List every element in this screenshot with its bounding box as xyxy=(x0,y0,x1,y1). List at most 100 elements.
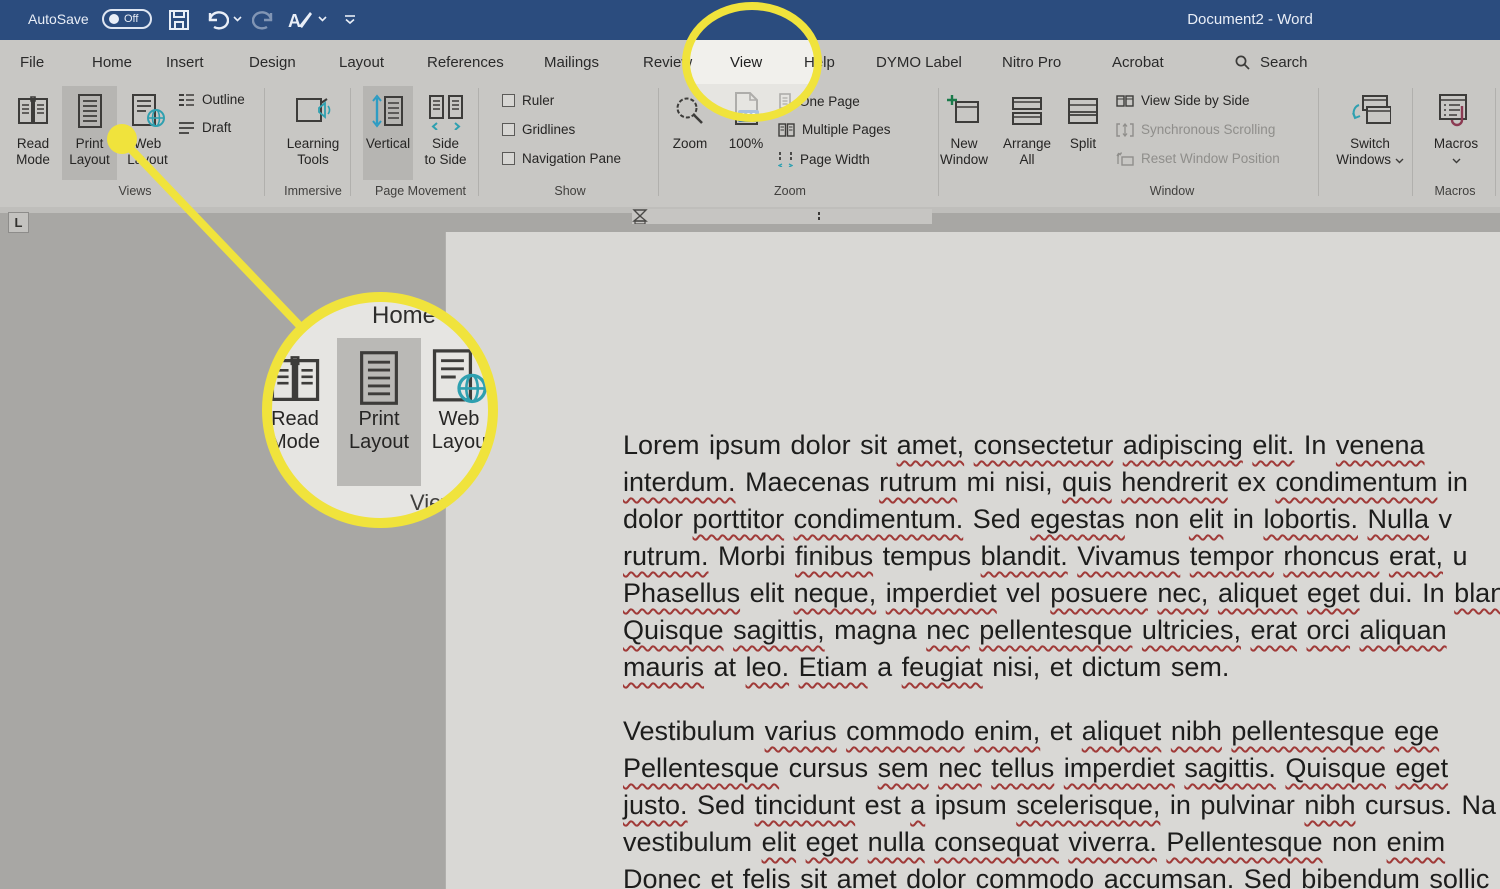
vertical-button[interactable]: Vertical xyxy=(363,86,413,180)
arrange-all-button[interactable]: Arrange All xyxy=(997,86,1057,180)
ruler-checkbox[interactable]: Ruler xyxy=(502,93,554,108)
search-icon xyxy=(1235,55,1250,70)
customize-qat-button[interactable] xyxy=(336,6,364,34)
doc-line: Vestibulum varius commodo enim, et aliqu… xyxy=(623,716,1500,753)
doc-word xyxy=(1222,716,1232,746)
draft-button[interactable]: Draft xyxy=(178,120,231,135)
outline-button[interactable]: Outline xyxy=(178,92,245,107)
multiple-pages-icon xyxy=(778,123,795,137)
doc-word: non xyxy=(1323,827,1387,857)
doc-word: nisi, xyxy=(992,652,1040,682)
doc-word: dolor xyxy=(623,504,693,534)
draft-label: Draft xyxy=(202,120,231,135)
tab-stop-selector[interactable]: L xyxy=(8,212,29,233)
misspelled-word: eget xyxy=(1396,753,1449,783)
redo-button[interactable] xyxy=(250,6,278,34)
arrange-all-icon xyxy=(1010,86,1044,136)
multiple-pages-button[interactable]: Multiple Pages xyxy=(778,122,891,137)
read-mode-button[interactable]: Read Mode xyxy=(6,86,60,180)
tab-dymo-label[interactable]: DYMO Label xyxy=(876,40,962,84)
doc-line: Lorem ipsum dolor sit amet, consectetur … xyxy=(623,430,1500,467)
tab-references[interactable]: References xyxy=(427,40,504,84)
tab-insert[interactable]: Insert xyxy=(166,40,204,84)
group-separator xyxy=(1318,88,1319,196)
gridlines-checkbox[interactable]: Gridlines xyxy=(502,122,575,137)
misspelled-word: justo. xyxy=(623,790,688,820)
callout-web-layout-icon xyxy=(428,342,490,408)
misspelled-word: eget xyxy=(1307,578,1360,608)
save-button[interactable] xyxy=(165,6,193,34)
doc-word xyxy=(1068,541,1078,571)
switch-windows-button[interactable]: Switch Windows xyxy=(1330,86,1410,180)
synchronous-scrolling-button[interactable]: Synchronous Scrolling xyxy=(1116,122,1275,137)
doc-word: tempus xyxy=(873,541,981,571)
doc-word xyxy=(965,716,975,746)
tab-nitro-pro[interactable]: Nitro Pro xyxy=(1002,40,1061,84)
print-layout-button[interactable]: Print Layout xyxy=(62,86,117,180)
tab-acrobat[interactable]: Acrobat xyxy=(1112,40,1164,84)
search-label: Search xyxy=(1260,54,1308,71)
tab-review[interactable]: Review xyxy=(643,40,692,84)
misspelled-word: nec xyxy=(926,615,970,645)
tab-layout[interactable]: Layout xyxy=(339,40,384,84)
tab-home[interactable]: Home xyxy=(92,40,132,84)
macros-button[interactable]: Macros xyxy=(1424,86,1488,180)
magnifier-callout: Home Read Mode Print Layout xyxy=(262,292,498,528)
doc-word: u xyxy=(1443,541,1468,571)
doc-word: Donec et felis sit amet dolor commodo ac… xyxy=(623,864,1489,889)
indent-markers-icon[interactable] xyxy=(632,209,650,224)
side-to-side-label: Side xyxy=(432,136,459,152)
doc-word xyxy=(983,652,993,682)
word-window: AutoSave Off xyxy=(0,0,1500,889)
tab-file[interactable]: File xyxy=(20,40,44,84)
misspelled-word: rutrum xyxy=(879,467,957,497)
navigation-pane-checkbox[interactable]: Navigation Pane xyxy=(502,151,621,166)
style-pen-button[interactable]: A xyxy=(286,6,314,34)
one-page-button[interactable]: One Page xyxy=(778,93,860,109)
autosave-state: Off xyxy=(124,14,138,24)
new-window-icon xyxy=(946,86,982,136)
doc-line: Phasellus elit neque, imperdiet vel posu… xyxy=(623,578,1500,615)
new-window-button[interactable]: New Window xyxy=(938,86,990,180)
doc-word: at xyxy=(704,652,746,682)
doc-line: rutrum. Morbi finibus tempus blandit. Vi… xyxy=(623,541,1500,578)
svg-text:100: 100 xyxy=(741,112,757,123)
doc-word xyxy=(1112,467,1122,497)
undo-button[interactable] xyxy=(203,6,231,34)
document-title: Document2 - Word xyxy=(1160,11,1340,28)
callout-print-layout-label2: Layout xyxy=(349,431,409,454)
misspelled-word: aliquet xyxy=(1218,578,1298,608)
doc-word xyxy=(1161,716,1171,746)
web-layout-label2: Layout xyxy=(127,152,168,168)
doc-word: vel xyxy=(997,578,1051,608)
autosave-toggle[interactable]: Off xyxy=(102,9,152,29)
switch-windows-icon xyxy=(1349,86,1391,136)
web-layout-button[interactable]: Web Layout xyxy=(119,86,176,180)
split-button[interactable]: Split xyxy=(1060,86,1106,180)
doc-word: v xyxy=(1429,504,1452,534)
view-side-by-side-button[interactable]: View Side by Side xyxy=(1116,93,1250,108)
tab-mailings[interactable]: Mailings xyxy=(544,40,599,84)
tab-help[interactable]: Help xyxy=(804,40,835,84)
misspelled-word: nulla xyxy=(868,827,925,857)
split-label: Split xyxy=(1070,136,1096,152)
pen-dropdown[interactable] xyxy=(318,16,327,22)
callout-views-group-label: View xyxy=(410,490,457,516)
search-box[interactable]: Search xyxy=(1235,40,1308,84)
zoom-button[interactable]: Zoom xyxy=(666,86,714,180)
document-page[interactable]: Lorem ipsum dolor sit amet, consectetur … xyxy=(445,232,1500,889)
reset-window-position-button[interactable]: Reset Window Position xyxy=(1116,151,1280,166)
doc-word: Lorem ipsum dolor sit xyxy=(623,430,897,460)
tab-design[interactable]: Design xyxy=(249,40,296,84)
page-width-button[interactable]: Page Width xyxy=(778,151,870,167)
misspelled-word: condimentum. xyxy=(794,504,964,534)
doc-word xyxy=(1297,615,1307,645)
autosave-label: AutoSave xyxy=(28,11,89,27)
zoom-100-button[interactable]: 100 100% xyxy=(720,86,772,180)
learning-tools-button[interactable]: Learning Tools xyxy=(282,86,344,180)
side-to-side-button[interactable]: Side to Side xyxy=(418,86,473,180)
doc-line: mauris at leo. Etiam a feugiat nisi, et … xyxy=(623,652,1500,689)
undo-dropdown[interactable] xyxy=(233,16,242,22)
zoom-group-label: Zoom xyxy=(735,184,845,198)
tab-view[interactable]: View xyxy=(730,40,762,84)
